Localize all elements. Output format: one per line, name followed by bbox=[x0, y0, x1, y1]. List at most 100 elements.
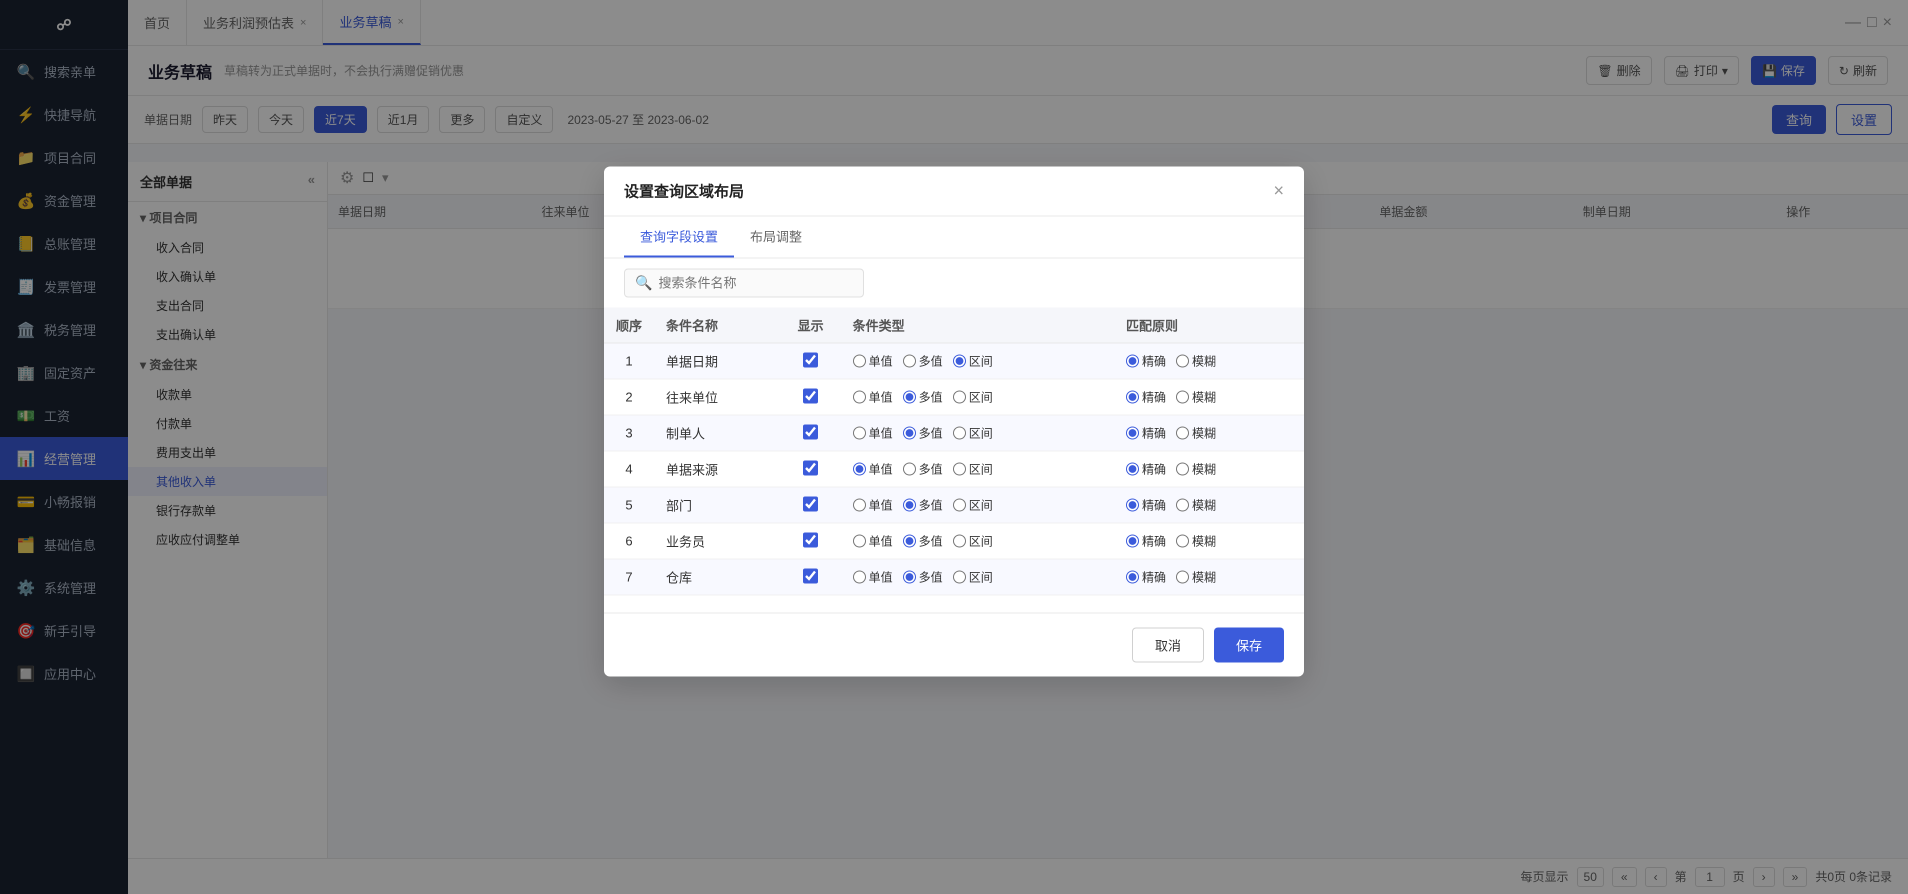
table-row: 5 部门 单值 多值 区间 精确 模糊 bbox=[604, 487, 1304, 523]
condition-type-radio[interactable]: 单值 bbox=[853, 425, 893, 442]
condition-type-radio[interactable]: 单值 bbox=[853, 497, 893, 514]
cell-show bbox=[781, 523, 841, 559]
match-type-radio[interactable]: 模糊 bbox=[1176, 497, 1216, 514]
cell-show bbox=[781, 415, 841, 451]
condition-type-radio[interactable]: 多值 bbox=[903, 425, 943, 442]
condition-type-radio[interactable]: 区间 bbox=[953, 353, 993, 370]
cell-order: 8 bbox=[604, 595, 654, 603]
cell-name: 制单人 bbox=[654, 415, 781, 451]
cell-show bbox=[781, 451, 841, 487]
modal-save-button[interactable]: 保存 bbox=[1214, 628, 1284, 663]
condition-type-radio[interactable]: 区间 bbox=[953, 461, 993, 478]
condition-type-radio[interactable]: 单值 bbox=[853, 389, 893, 406]
modal-search-input[interactable] bbox=[658, 276, 838, 291]
match-type-radio[interactable]: 精确 bbox=[1126, 389, 1166, 406]
match-type-radio[interactable]: 模糊 bbox=[1176, 389, 1216, 406]
table-row: 8 单据金额 单值 多值 区间 精确 模糊 bbox=[604, 595, 1304, 603]
show-checkbox[interactable] bbox=[803, 460, 818, 475]
cell-match-type: 精确 模糊 bbox=[1114, 559, 1304, 595]
modal-title: 设置查询区域布局 bbox=[624, 181, 744, 202]
cell-order: 7 bbox=[604, 559, 654, 595]
match-type-group: 精确 模糊 bbox=[1126, 425, 1292, 442]
match-type-radio[interactable]: 模糊 bbox=[1176, 425, 1216, 442]
condition-type-radio[interactable]: 单值 bbox=[853, 353, 893, 370]
cell-name: 部门 bbox=[654, 487, 781, 523]
cell-order: 6 bbox=[604, 523, 654, 559]
condition-type-radio[interactable]: 单值 bbox=[853, 533, 893, 550]
cell-condition-type: 单值 多值 区间 bbox=[841, 343, 1114, 379]
match-type-radio[interactable]: 精确 bbox=[1126, 497, 1166, 514]
condition-type-radio[interactable]: 单值 bbox=[853, 569, 893, 586]
condition-type-radio[interactable]: 多值 bbox=[903, 533, 943, 550]
table-row: 2 往来单位 单值 多值 区间 精确 模糊 bbox=[604, 379, 1304, 415]
match-type-radio[interactable]: 模糊 bbox=[1176, 569, 1216, 586]
condition-type-radio[interactable]: 区间 bbox=[953, 425, 993, 442]
cell-name: 业务员 bbox=[654, 523, 781, 559]
show-checkbox[interactable] bbox=[803, 424, 818, 439]
show-checkbox[interactable] bbox=[803, 388, 818, 403]
cell-match-type: 精确 模糊 bbox=[1114, 595, 1304, 603]
cell-match-type: 精确 模糊 bbox=[1114, 415, 1304, 451]
cell-show bbox=[781, 487, 841, 523]
cell-order: 3 bbox=[604, 415, 654, 451]
condition-type-group: 单值 多值 区间 bbox=[853, 425, 1102, 442]
condition-type-group: 单值 多值 区间 bbox=[853, 497, 1102, 514]
cell-name: 单据日期 bbox=[654, 343, 781, 379]
match-type-radio[interactable]: 精确 bbox=[1126, 425, 1166, 442]
modal-body: 查询字段设置 布局调整 🔍 顺序 条件名称 显示 条件类型 匹配原则 bbox=[604, 217, 1304, 613]
cell-condition-type: 单值 多值 区间 bbox=[841, 487, 1114, 523]
condition-type-radio[interactable]: 区间 bbox=[953, 389, 993, 406]
condition-type-radio[interactable]: 区间 bbox=[953, 497, 993, 514]
modal-col-match: 匹配原则 bbox=[1114, 308, 1304, 344]
modal-col-type: 条件类型 bbox=[841, 308, 1114, 344]
cell-condition-type: 单值 多值 区间 bbox=[841, 451, 1114, 487]
tab-layout[interactable]: 布局调整 bbox=[734, 217, 818, 258]
cell-condition-type: 单值 多值 区间 bbox=[841, 415, 1114, 451]
modal-dialog: 设置查询区域布局 × 查询字段设置 布局调整 🔍 顺序 条件名称 显示 bbox=[604, 167, 1304, 677]
modal-table: 顺序 条件名称 显示 条件类型 匹配原则 1 单据日期 单值 多值 区间 bbox=[604, 308, 1304, 603]
modal-col-name: 条件名称 bbox=[654, 308, 781, 344]
condition-type-radio[interactable]: 多值 bbox=[903, 569, 943, 586]
modal-search-icon: 🔍 bbox=[635, 275, 652, 292]
cell-name: 往来单位 bbox=[654, 379, 781, 415]
search-box: 🔍 bbox=[624, 269, 864, 298]
condition-type-radio[interactable]: 多值 bbox=[903, 389, 943, 406]
match-type-group: 精确 模糊 bbox=[1126, 461, 1292, 478]
match-type-radio[interactable]: 模糊 bbox=[1176, 533, 1216, 550]
cell-condition-type: 单值 多值 区间 bbox=[841, 379, 1114, 415]
show-checkbox[interactable] bbox=[803, 568, 818, 583]
match-type-group: 精确 模糊 bbox=[1126, 497, 1292, 514]
condition-type-group: 单值 多值 区间 bbox=[853, 353, 1102, 370]
cell-show bbox=[781, 595, 841, 603]
table-row: 1 单据日期 单值 多值 区间 精确 模糊 bbox=[604, 343, 1304, 379]
condition-type-radio[interactable]: 多值 bbox=[903, 497, 943, 514]
cancel-button[interactable]: 取消 bbox=[1132, 628, 1204, 663]
table-row: 4 单据来源 单值 多值 区间 精确 模糊 bbox=[604, 451, 1304, 487]
match-type-radio[interactable]: 模糊 bbox=[1176, 353, 1216, 370]
modal-close-button[interactable]: × bbox=[1273, 181, 1284, 202]
match-type-group: 精确 模糊 bbox=[1126, 569, 1292, 586]
modal-col-show: 显示 bbox=[781, 308, 841, 344]
show-checkbox[interactable] bbox=[803, 352, 818, 367]
condition-type-radio[interactable]: 区间 bbox=[953, 569, 993, 586]
cell-order: 2 bbox=[604, 379, 654, 415]
table-row: 7 仓库 单值 多值 区间 精确 模糊 bbox=[604, 559, 1304, 595]
match-type-radio[interactable]: 模糊 bbox=[1176, 461, 1216, 478]
modal-col-order: 顺序 bbox=[604, 308, 654, 344]
match-type-radio[interactable]: 精确 bbox=[1126, 461, 1166, 478]
match-type-radio[interactable]: 精确 bbox=[1126, 353, 1166, 370]
show-checkbox[interactable] bbox=[803, 496, 818, 511]
condition-type-radio[interactable]: 多值 bbox=[903, 461, 943, 478]
condition-type-group: 单值 多值 区间 bbox=[853, 389, 1102, 406]
show-checkbox[interactable] bbox=[803, 532, 818, 547]
tab-query-field[interactable]: 查询字段设置 bbox=[624, 217, 734, 258]
table-row: 3 制单人 单值 多值 区间 精确 模糊 bbox=[604, 415, 1304, 451]
cell-name: 仓库 bbox=[654, 559, 781, 595]
match-type-group: 精确 模糊 bbox=[1126, 353, 1292, 370]
match-type-radio[interactable]: 精确 bbox=[1126, 533, 1166, 550]
condition-type-group: 单值 多值 区间 bbox=[853, 461, 1102, 478]
condition-type-radio[interactable]: 区间 bbox=[953, 533, 993, 550]
condition-type-radio[interactable]: 多值 bbox=[903, 353, 943, 370]
condition-type-radio[interactable]: 单值 bbox=[853, 461, 893, 478]
match-type-radio[interactable]: 精确 bbox=[1126, 569, 1166, 586]
